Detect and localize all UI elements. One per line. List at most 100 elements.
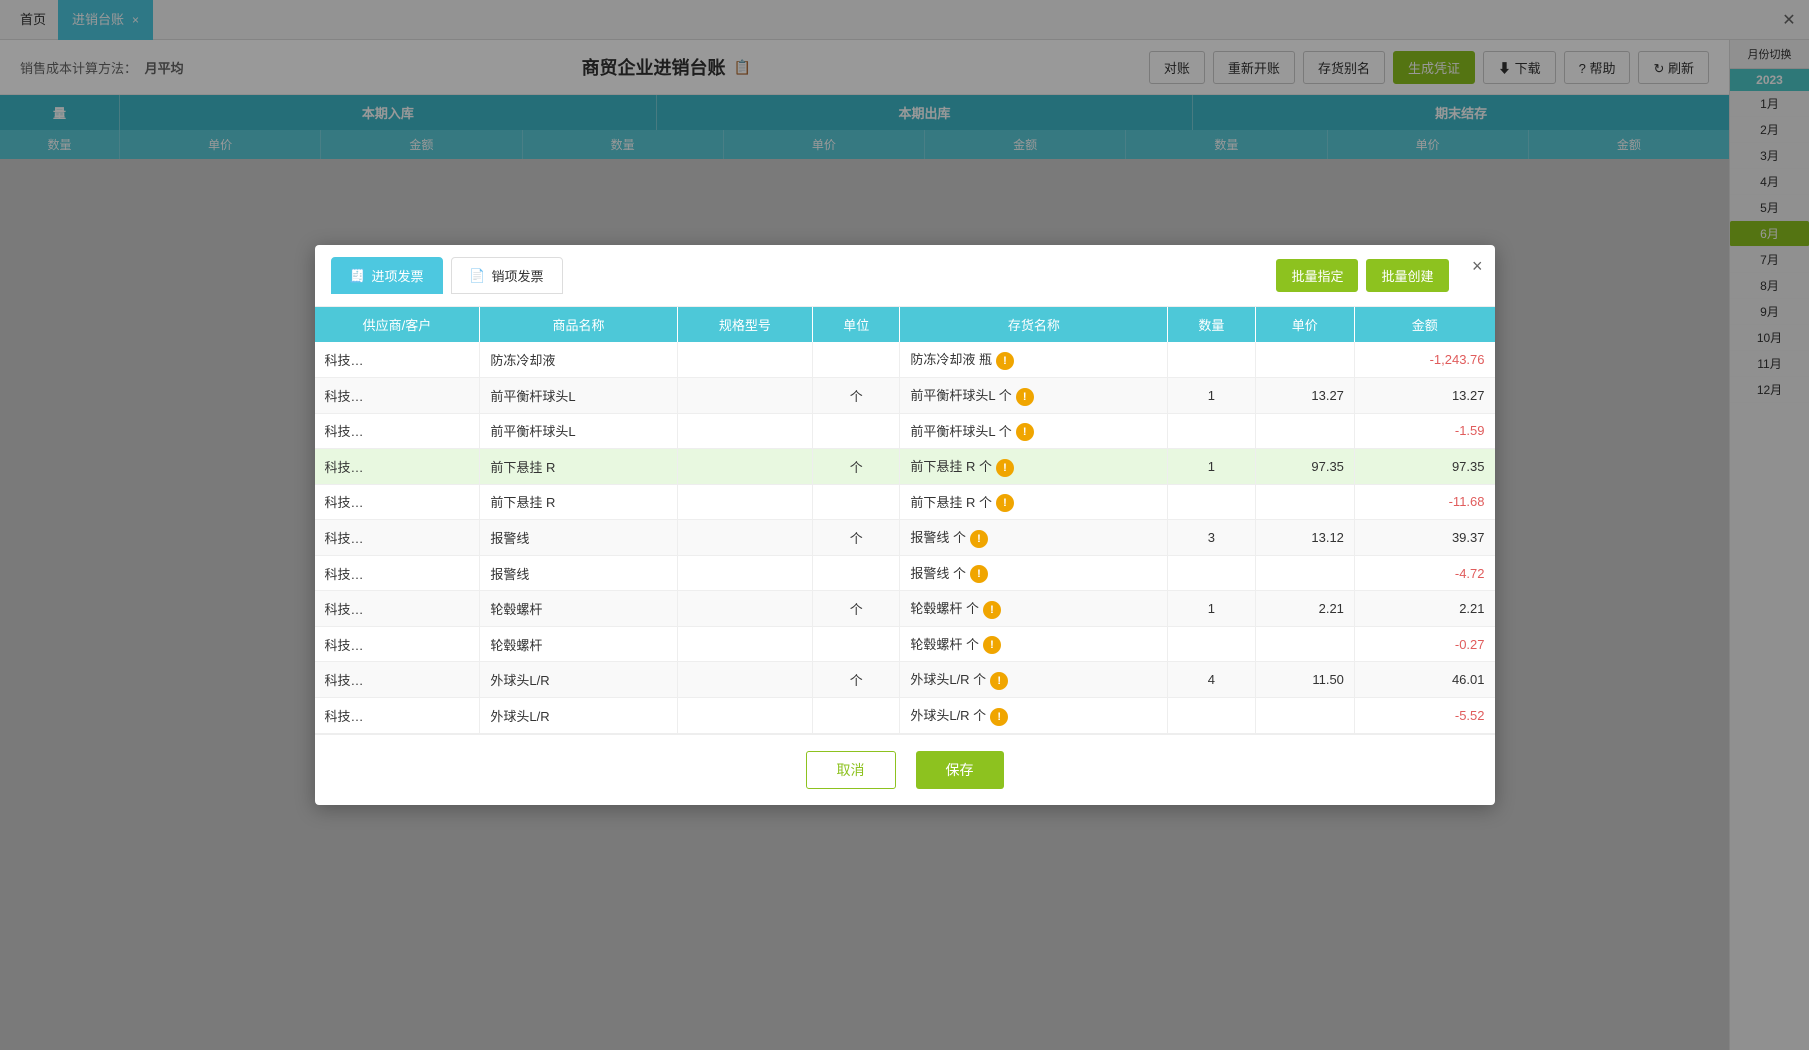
table-cell: 科技… (315, 342, 480, 377)
table-cell: 外球头L/R (480, 662, 677, 698)
table-cell (813, 698, 900, 734)
table-cell: 1 (1168, 377, 1255, 413)
table-cell (677, 520, 813, 556)
table-cell: 外球头L/R 个! (900, 698, 1168, 734)
table-cell: 科技… (315, 662, 480, 698)
table-cell: 13.27 (1354, 377, 1494, 413)
table-cell: 4 (1168, 662, 1255, 698)
save-button[interactable]: 保存 (916, 751, 1004, 789)
warning-icon[interactable]: ! (1016, 423, 1034, 441)
table-cell (1255, 698, 1354, 734)
table-row: 科技…报警线报警线 个!-4.72 (315, 555, 1495, 591)
table-cell: 防冻冷却液 (480, 342, 677, 377)
table-cell (813, 555, 900, 591)
table-cell: 外球头L/R (480, 698, 677, 734)
col-supplier: 供应商/客户 (315, 307, 480, 342)
table-row: 科技…外球头L/R外球头L/R 个!-5.52 (315, 698, 1495, 734)
table-row: 科技…前平衡杆球头L个前平衡杆球头L 个!113.2713.27 (315, 377, 1495, 413)
warning-icon[interactable]: ! (996, 459, 1014, 477)
table-row: 科技…前平衡杆球头L前平衡杆球头L 个!-1.59 (315, 413, 1495, 449)
sales-tab-label: 销项发票 (492, 266, 544, 285)
table-header-row: 供应商/客户 商品名称 规格型号 单位 存货名称 数量 单价 金额 (315, 307, 1495, 342)
table-cell: 科技… (315, 377, 480, 413)
invoice-in-icon: 🧾 (350, 268, 366, 284)
warning-icon[interactable]: ! (990, 708, 1008, 726)
col-amount: 金额 (1354, 307, 1494, 342)
table-cell: 前平衡杆球头L (480, 413, 677, 449)
table-cell: 防冻冷却液 瓶! (900, 342, 1168, 377)
table-cell: 报警线 个! (900, 555, 1168, 591)
table-cell (677, 662, 813, 698)
table-cell: 科技… (315, 698, 480, 734)
table-cell (1255, 626, 1354, 662)
table-cell (1168, 342, 1255, 377)
table-cell: 个 (813, 520, 900, 556)
table-cell (1255, 555, 1354, 591)
table-row: 科技…前下悬挂 R前下悬挂 R 个!-11.68 (315, 484, 1495, 520)
purchase-invoice-tab[interactable]: 🧾 进项发票 (331, 257, 443, 294)
modal-close-button[interactable]: × (1472, 257, 1483, 275)
modal-footer: 取消 保存 (315, 734, 1495, 805)
table-cell: 科技… (315, 449, 480, 485)
table-cell: 报警线 (480, 555, 677, 591)
col-inventory: 存货名称 (900, 307, 1168, 342)
warning-icon[interactable]: ! (970, 565, 988, 583)
table-cell: 轮毂螺杆 (480, 626, 677, 662)
table-cell (1255, 413, 1354, 449)
table-cell: 科技… (315, 484, 480, 520)
table-cell: 个 (813, 662, 900, 698)
table-cell (813, 484, 900, 520)
warning-icon[interactable]: ! (983, 601, 1001, 619)
invoice-table-container[interactable]: 供应商/客户 商品名称 规格型号 单位 存货名称 数量 单价 金额 科技…防冻冷… (315, 307, 1495, 733)
table-cell: 前下悬挂 R (480, 449, 677, 485)
table-cell: 轮毂螺杆 个! (900, 591, 1168, 627)
warning-icon[interactable]: ! (990, 672, 1008, 690)
table-row: 科技…轮毂螺杆轮毂螺杆 个!-0.27 (315, 626, 1495, 662)
table-cell (1255, 342, 1354, 377)
table-row: 科技…报警线个报警线 个!313.1239.37 (315, 520, 1495, 556)
table-cell (677, 591, 813, 627)
warning-icon[interactable]: ! (970, 530, 988, 548)
warning-icon[interactable]: ! (996, 494, 1014, 512)
table-row: 科技…防冻冷却液防冻冷却液 瓶!-1,243.76 (315, 342, 1495, 377)
sales-invoice-tab[interactable]: 📄 销项发票 (451, 257, 563, 294)
table-cell: 前下悬挂 R 个! (900, 449, 1168, 485)
table-cell: 46.01 (1354, 662, 1494, 698)
table-cell: 2.21 (1354, 591, 1494, 627)
table-cell: 11.50 (1255, 662, 1354, 698)
table-cell (677, 555, 813, 591)
table-cell: 97.35 (1354, 449, 1494, 485)
batch-assign-button[interactable]: 批量指定 (1276, 259, 1358, 292)
modal-overlay: 🧾 进项发票 📄 销项发票 批量指定 批量创建 × 供应商/客户 商品名称 (0, 0, 1809, 1050)
table-cell: 前平衡杆球头L (480, 377, 677, 413)
table-cell: 科技… (315, 520, 480, 556)
cancel-button[interactable]: 取消 (806, 751, 896, 789)
table-cell: 个 (813, 449, 900, 485)
warning-icon[interactable]: ! (996, 352, 1014, 370)
table-cell: 97.35 (1255, 449, 1354, 485)
table-cell (1168, 698, 1255, 734)
table-row: 科技…轮毂螺杆个轮毂螺杆 个!12.212.21 (315, 591, 1495, 627)
table-cell: 前下悬挂 R 个! (900, 484, 1168, 520)
table-cell (1168, 555, 1255, 591)
table-cell (677, 626, 813, 662)
invoice-out-icon: 📄 (470, 268, 486, 284)
warning-icon[interactable]: ! (1016, 388, 1034, 406)
table-cell: 13.12 (1255, 520, 1354, 556)
col-price: 单价 (1255, 307, 1354, 342)
warning-icon[interactable]: ! (983, 636, 1001, 654)
table-cell: 科技… (315, 591, 480, 627)
col-spec: 规格型号 (677, 307, 813, 342)
table-cell (813, 626, 900, 662)
table-cell (677, 413, 813, 449)
table-cell (677, 377, 813, 413)
modal-header-actions: 批量指定 批量创建 (1276, 259, 1478, 292)
table-cell (677, 342, 813, 377)
table-cell (1168, 484, 1255, 520)
table-cell (1168, 626, 1255, 662)
table-cell: 3 (1168, 520, 1255, 556)
table-cell: -0.27 (1354, 626, 1494, 662)
table-cell: 前平衡杆球头L 个! (900, 413, 1168, 449)
batch-create-button[interactable]: 批量创建 (1366, 259, 1448, 292)
table-cell: -1.59 (1354, 413, 1494, 449)
